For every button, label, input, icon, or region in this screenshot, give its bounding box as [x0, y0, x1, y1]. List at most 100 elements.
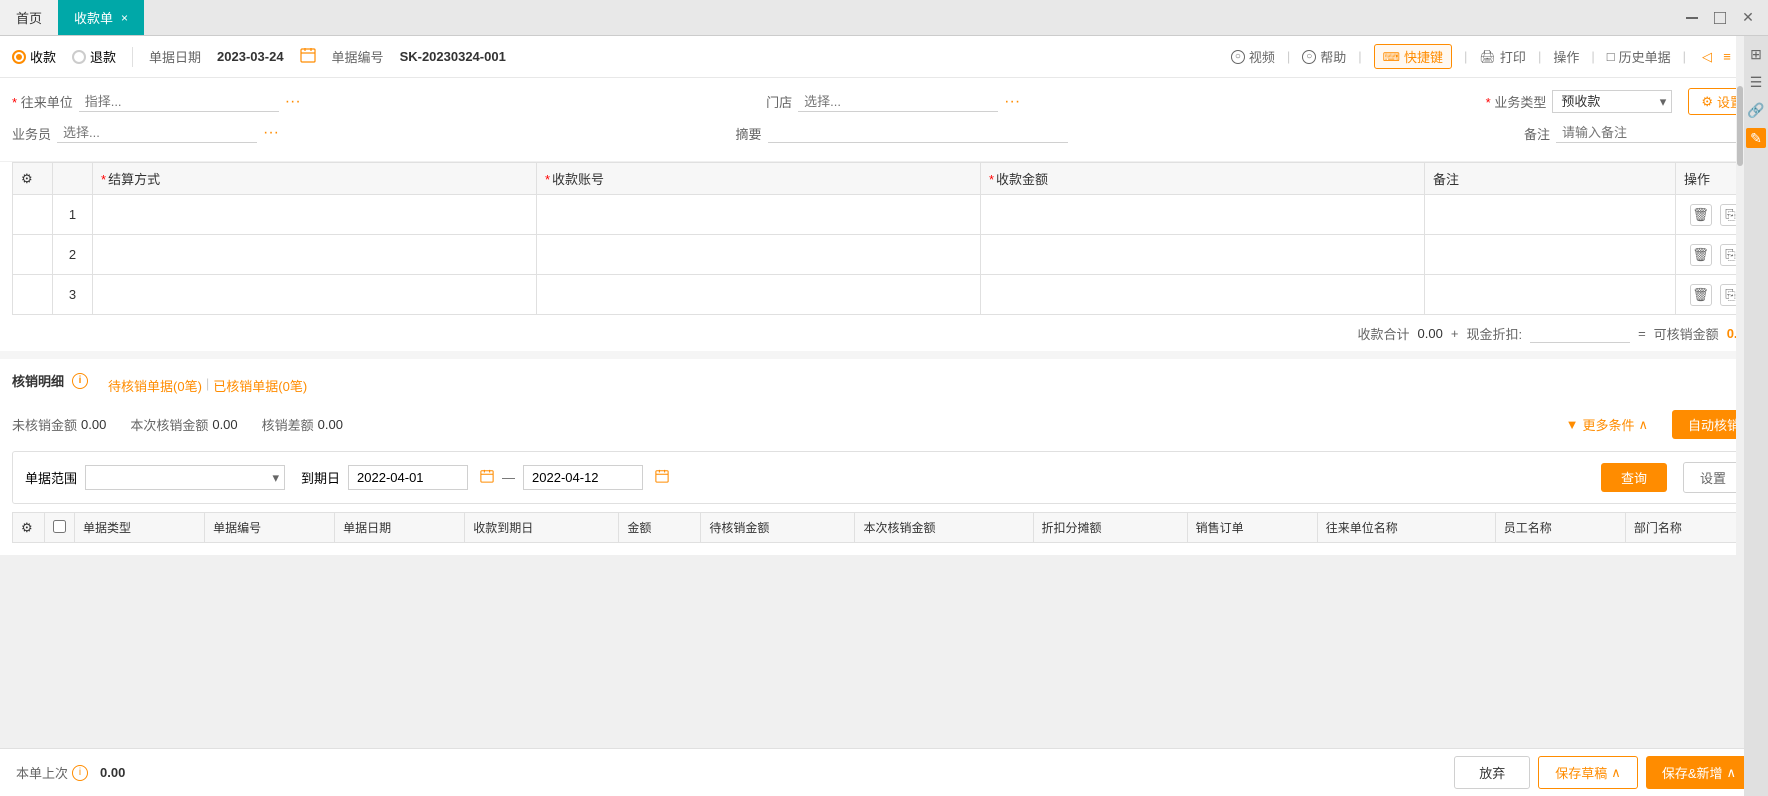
close-button[interactable]: ✕ [1740, 10, 1756, 26]
select-all-checkbox[interactable] [53, 520, 66, 533]
doc-num-value: SK-20230324-001 [400, 49, 506, 64]
counterpart-more-btn[interactable]: ··· [285, 94, 301, 110]
print-btn[interactable]: 🖨 打印 [1479, 47, 1526, 66]
row1-note[interactable] [1424, 195, 1675, 235]
layout-list-icon[interactable]: ≡ [1718, 48, 1736, 66]
operation-label: 操作 [1553, 47, 1579, 66]
filter-settings-btn[interactable]: 设置 [1683, 462, 1743, 493]
counterpart-input[interactable] [79, 92, 279, 112]
more-conditions-btn[interactable]: ▼ 更多条件 ∧ [1566, 415, 1648, 434]
current-stat: 本次核销金额 0.00 [130, 415, 237, 434]
footer: 本单上次 i 0.00 放弃 保存草稿 ∧ 保存&新增 ∧ [0, 748, 1768, 796]
video-btn[interactable]: ○ 视频 [1231, 47, 1275, 66]
row1-delete-btn[interactable]: 🗑 [1690, 204, 1712, 226]
receipt-radio[interactable]: 收款 [12, 47, 56, 66]
sidebar-table-icon[interactable]: ⊞ [1746, 44, 1766, 64]
discount-input[interactable] [1530, 323, 1630, 343]
store-input[interactable] [798, 92, 998, 112]
unchecked-label: 未核销金额 [12, 415, 77, 434]
summary-label: 摘要 [735, 124, 761, 143]
row3-delete-btn[interactable]: 🗑 [1690, 284, 1712, 306]
refund-radio[interactable]: 退款 [72, 47, 116, 66]
footer-info-icon[interactable]: i [72, 765, 88, 781]
history-label: 历史单据 [1619, 47, 1671, 66]
tab-close-icon[interactable]: × [121, 11, 128, 25]
col-bottom-current: 本次核销金额 [855, 513, 1033, 543]
shortcut-btn[interactable]: ⌨ 快捷键 [1374, 44, 1452, 69]
save-draft-btn[interactable]: 保存草稿 ∧ [1538, 756, 1638, 789]
current-value: 0.00 [212, 417, 237, 432]
minimize-button[interactable] [1684, 10, 1700, 26]
due-date-end-input[interactable] [523, 465, 643, 490]
table-row: 2 🗑 ⎘ [13, 235, 1756, 275]
note-input[interactable] [1556, 123, 1756, 143]
diff-stat: 核销差额 0.00 [262, 415, 343, 434]
current-label: 本次核销金额 [130, 415, 208, 434]
date-value: 2023-03-24 [217, 49, 284, 64]
row1-settlement[interactable] [93, 195, 537, 235]
date-label: 单据日期 [149, 47, 201, 66]
col-header-settlement: *结算方式 [93, 163, 537, 195]
row2-delete-btn[interactable]: 🗑 [1690, 244, 1712, 266]
range-select[interactable] [85, 465, 285, 490]
gear-icon-bottom[interactable]: ⚙ [21, 520, 33, 535]
prev-value: 0.00 [100, 765, 125, 780]
sidebar-edit-icon[interactable]: ✎ [1746, 128, 1766, 148]
tab-home[interactable]: 首页 [0, 0, 58, 35]
layout-left-icon[interactable]: ◁ [1698, 48, 1716, 66]
due-date-start-input[interactable] [348, 465, 468, 490]
range-field: 单据范围 ▾ [25, 465, 285, 490]
row2-account[interactable] [536, 235, 980, 275]
row3-amount[interactable] [980, 275, 1424, 315]
gear-icon[interactable]: ⚙ [21, 171, 33, 186]
salesperson-input[interactable] [57, 123, 257, 143]
row2-settings [13, 235, 53, 275]
row1-account[interactable] [536, 195, 980, 235]
save-new-btn[interactable]: 保存&新增 ∧ [1646, 756, 1752, 789]
verification-tabs: 待核销单据(0笔) | 已核销单据(0笔) [104, 376, 311, 395]
col-header-account: *收款账号 [536, 163, 980, 195]
footer-buttons: 放弃 保存草稿 ∧ 保存&新增 ∧ [1454, 756, 1752, 789]
due-date-field: 到期日 — [301, 465, 669, 490]
done-tab[interactable]: 已核销单据(0笔) [209, 376, 311, 395]
row2-note[interactable] [1424, 235, 1675, 275]
row3-note[interactable] [1424, 275, 1675, 315]
form-row-2: 业务员 ··· 摘要 备注 [12, 123, 1756, 143]
salesperson-more-btn[interactable]: ··· [263, 125, 279, 141]
row2-settlement[interactable] [93, 235, 537, 275]
scrollbar-thumb [1737, 86, 1743, 166]
tab-receipt[interactable]: 收款单 × [58, 0, 144, 35]
right-sidebar: ⊞ ☰ 🔗 ✎ [1744, 36, 1768, 796]
calendar-end-icon[interactable] [655, 469, 669, 486]
window-controls: ✕ [1684, 10, 1768, 26]
filter-icon: ▼ [1566, 417, 1579, 432]
filter-row: 单据范围 ▾ 到期日 — 查询 设置 [12, 451, 1756, 504]
summary-input[interactable] [768, 123, 1068, 143]
sidebar-attach-icon[interactable]: 🔗 [1746, 100, 1766, 120]
receipt-table-container: ⚙ *结算方式 *收款账号 *收款金额 备注 操作 1 🗑 [0, 162, 1768, 315]
calendar-start-icon[interactable] [480, 469, 494, 486]
row3-settlement[interactable] [93, 275, 537, 315]
history-btn[interactable]: □ 历史单据 [1607, 47, 1671, 66]
print-icon: 🖨 [1479, 49, 1496, 65]
discard-btn[interactable]: 放弃 [1454, 756, 1530, 789]
note-label: 备注 [1524, 124, 1550, 143]
pending-tab[interactable]: 待核销单据(0笔) [104, 376, 206, 395]
refund-radio-dot [72, 50, 86, 64]
info-icon[interactable]: i [72, 373, 88, 389]
row3-account[interactable] [536, 275, 980, 315]
row2-amount[interactable] [980, 235, 1424, 275]
row1-num: 1 [53, 195, 93, 235]
col-bottom-pending: 待核销金额 [701, 513, 855, 543]
help-btn[interactable]: ○ 帮助 [1302, 47, 1346, 66]
store-more-btn[interactable]: ··· [1004, 94, 1020, 110]
calendar-icon[interactable] [300, 47, 316, 66]
maximize-button[interactable] [1712, 10, 1728, 26]
operation-btn[interactable]: 操作 [1553, 47, 1579, 66]
row1-amount[interactable] [980, 195, 1424, 235]
query-btn[interactable]: 查询 [1601, 463, 1667, 492]
sidebar-list-icon[interactable]: ☰ [1746, 72, 1766, 92]
business-type-select[interactable]: 预收款 [1552, 90, 1672, 113]
scrollbar[interactable] [1736, 36, 1744, 796]
toolbar-divider-1 [132, 47, 133, 67]
